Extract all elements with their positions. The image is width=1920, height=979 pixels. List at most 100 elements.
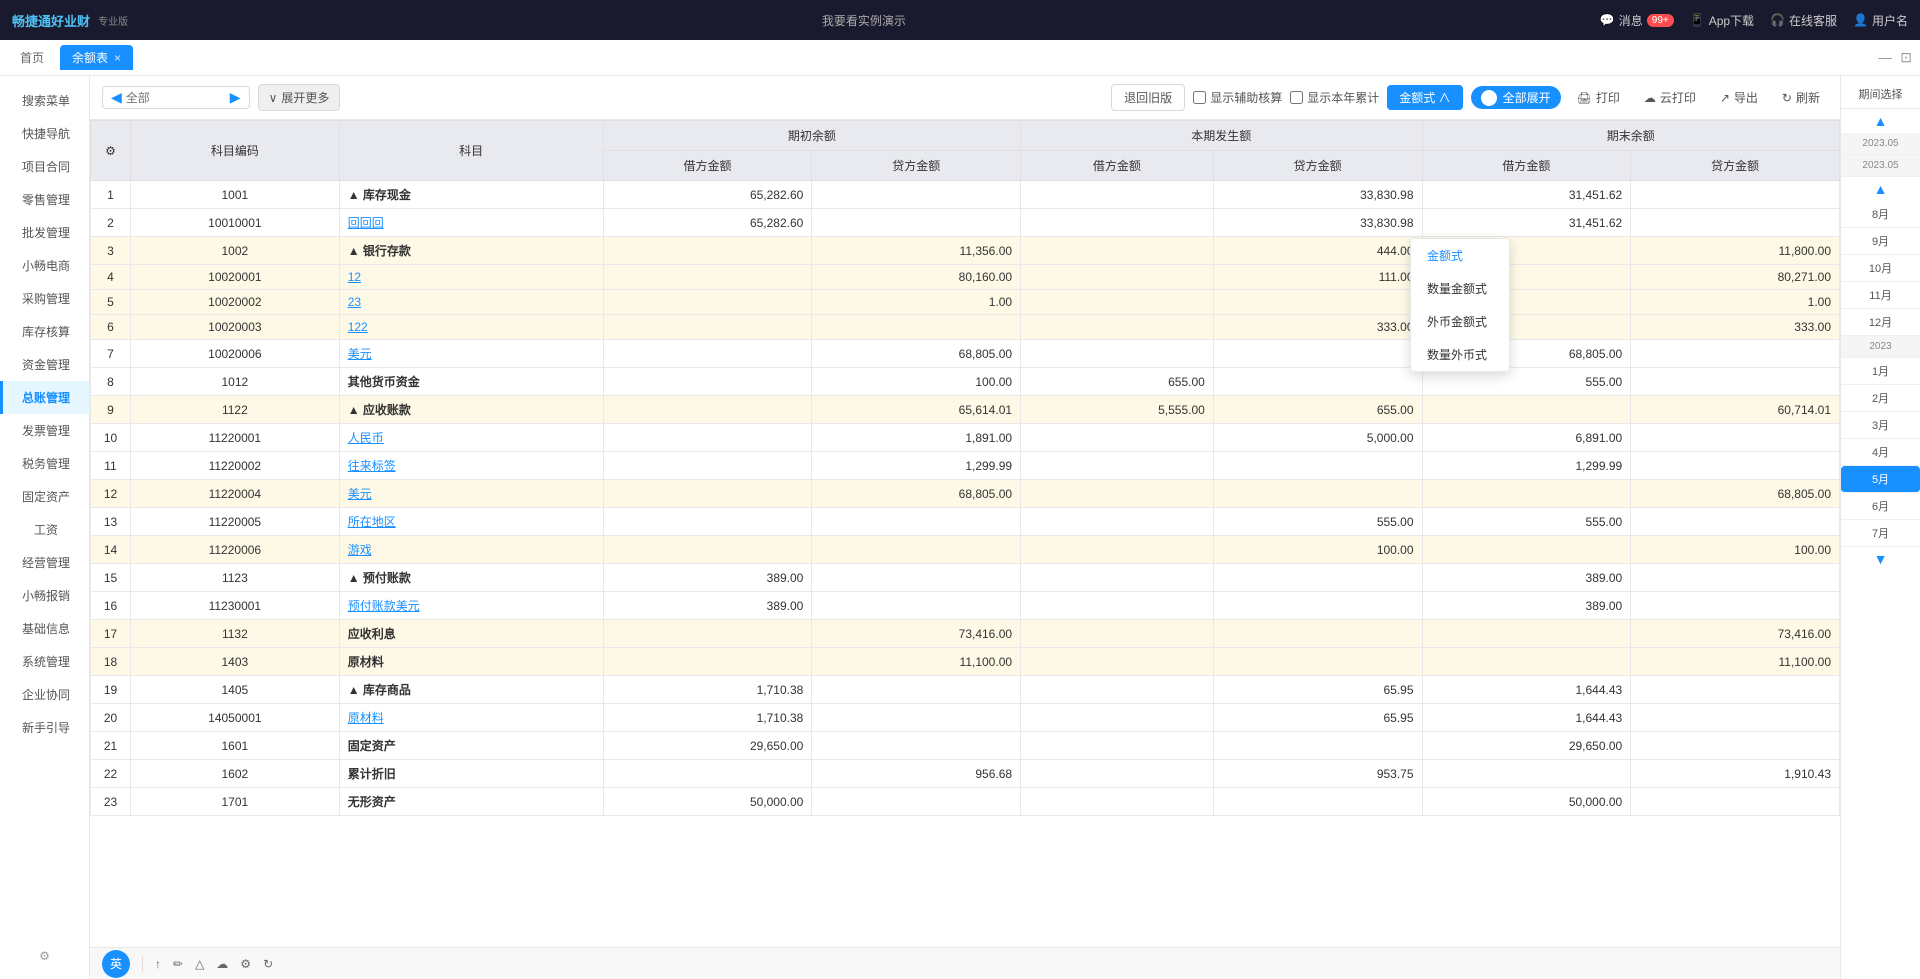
bottom-icon-6[interactable]: ↻ (263, 957, 273, 971)
row-name[interactable]: 固定资产 (339, 732, 603, 760)
bottom-icon-5[interactable]: ⚙ (240, 957, 251, 971)
sidebar-item-库存核算[interactable]: 库存核算 (0, 315, 89, 348)
sidebar-item-新手引导[interactable]: 新手引导 (0, 711, 89, 744)
month-item-2月[interactable]: 2月 (1841, 385, 1920, 412)
row-name[interactable]: 美元 (339, 480, 603, 508)
dropdown-item-1[interactable]: 数量金额式 (1411, 272, 1509, 305)
row-name[interactable]: 无形资产 (339, 788, 603, 816)
row-opening_debit (603, 290, 812, 315)
tab-close-btn[interactable]: × (114, 51, 121, 65)
row-name[interactable]: 原材料 (339, 648, 603, 676)
row-name[interactable]: 23 (339, 290, 603, 315)
tab-home[interactable]: 首页 (8, 45, 56, 70)
sidebar-item-经营管理[interactable]: 经营管理 (0, 546, 89, 579)
row-name[interactable]: ▲ 库存商品 (339, 676, 603, 704)
sidebar-item-总账管理[interactable]: 总账管理 (0, 381, 89, 414)
search-box[interactable]: ◀ ▶ (102, 86, 250, 109)
sidebar-item-小畅电商[interactable]: 小畅电商 (0, 249, 89, 282)
sidebar-item-小畅报销[interactable]: 小畅报销 (0, 579, 89, 612)
sidebar-item-企业协同[interactable]: 企业协同 (0, 678, 89, 711)
month-item-11月[interactable]: 11月 (1841, 282, 1920, 309)
sidebar-item-发票管理[interactable]: 发票管理 (0, 414, 89, 447)
row-name[interactable]: 12 (339, 265, 603, 290)
row-name[interactable]: 预付账款美元 (339, 592, 603, 620)
month-item-8月[interactable]: 8月 (1841, 201, 1920, 228)
row-name[interactable]: 回回回 (339, 209, 603, 237)
month-item-7月[interactable]: 7月 (1841, 520, 1920, 547)
tab-minimize-btn[interactable]: — (1878, 49, 1892, 66)
month-item-5月[interactable]: 5月 (1841, 466, 1920, 493)
month-scroll-up[interactable]: ▲ (1841, 109, 1920, 133)
search-right-icon[interactable]: ▶ (230, 89, 241, 106)
row-name[interactable]: ▲ 应收账款 (339, 396, 603, 424)
message-btn[interactable]: 💬 消息 99+ (1600, 12, 1674, 29)
month-item-4月[interactable]: 4月 (1841, 439, 1920, 466)
row-name[interactable]: 122 (339, 315, 603, 340)
row-name[interactable]: 累计折旧 (339, 760, 603, 788)
user-avatar[interactable]: 👤 用户名 (1853, 12, 1908, 29)
row-name[interactable]: 原材料 (339, 704, 603, 732)
row-name[interactable]: 其他货币资金 (339, 368, 603, 396)
month-item-1月[interactable]: 1月 (1841, 358, 1920, 385)
search-input[interactable] (126, 91, 226, 105)
auxiliary-checkbox[interactable] (1193, 91, 1206, 104)
lang-btn[interactable]: 英 (102, 950, 130, 978)
bottom-icon-4[interactable]: ☁ (216, 957, 228, 971)
service-btn[interactable]: 🎧 在线客服 (1770, 12, 1837, 29)
month-scroll-up2[interactable]: ▲ (1841, 177, 1920, 201)
sidebar-item-工资[interactable]: 工资 (0, 513, 89, 546)
row-name[interactable]: 应收利息 (339, 620, 603, 648)
sidebar-item-系统管理[interactable]: 系统管理 (0, 645, 89, 678)
row-name[interactable]: 美元 (339, 340, 603, 368)
refresh-btn[interactable]: ↻ 刷新 (1774, 85, 1828, 110)
row-name[interactable]: 所在地区 (339, 508, 603, 536)
month-item-12月[interactable]: 12月 (1841, 309, 1920, 336)
sidebar-item-零售管理[interactable]: 零售管理 (0, 183, 89, 216)
row-name[interactable]: 人民币 (339, 424, 603, 452)
row-period_credit (1213, 452, 1422, 480)
dropdown-item-0[interactable]: 金额式 (1411, 239, 1509, 272)
export-btn[interactable]: ↗ 导出 (1712, 85, 1766, 110)
demo-link[interactable]: 我要看实例演示 (822, 12, 906, 29)
sidebar-item-固定资产[interactable]: 固定资产 (0, 480, 89, 513)
expand-more-btn[interactable]: ∨ 展开更多 (258, 84, 341, 111)
row-name[interactable]: ▲ 库存现金 (339, 181, 603, 209)
sidebar-item-税务管理[interactable]: 税务管理 (0, 447, 89, 480)
row-name[interactable]: ▲ 银行存款 (339, 237, 603, 265)
month-scroll-down[interactable]: ▼ (1841, 547, 1920, 571)
row-opening_credit: 1.00 (812, 290, 1021, 315)
back-btn[interactable]: 退回旧版 (1111, 84, 1185, 111)
dropdown-item-2[interactable]: 外币金额式 (1411, 305, 1509, 338)
print-btn[interactable]: 🖨 打印 (1569, 85, 1628, 110)
bottom-icon-3[interactable]: △ (195, 957, 204, 971)
month-item-9月[interactable]: 9月 (1841, 228, 1920, 255)
show-auxiliary-check[interactable]: 显示辅助核算 (1193, 89, 1282, 106)
view-mode-btn[interactable]: 金额式 ∧ (1387, 85, 1462, 110)
bottom-icon-2[interactable]: ✏ (173, 957, 183, 971)
sidebar-item-采购管理[interactable]: 采购管理 (0, 282, 89, 315)
show-year-total-check[interactable]: 显示本年累计 (1290, 89, 1379, 106)
row-name[interactable]: ▲ 预付账款 (339, 564, 603, 592)
tab-expand-btn[interactable]: ⊡ (1900, 49, 1912, 66)
sidebar-item-项目合同[interactable]: 项目合同 (0, 150, 89, 183)
row-name[interactable]: 游戏 (339, 536, 603, 564)
year-total-checkbox[interactable] (1290, 91, 1303, 104)
bottom-icon-1[interactable]: ↑ (155, 957, 161, 971)
month-item-10月[interactable]: 10月 (1841, 255, 1920, 282)
sidebar-item-快捷导航[interactable]: 快捷导航 (0, 117, 89, 150)
tab-yue-biao[interactable]: 余额表 × (60, 45, 133, 70)
month-item-3月[interactable]: 3月 (1841, 412, 1920, 439)
dropdown-item-3[interactable]: 数量外币式 (1411, 338, 1509, 371)
sidebar-item-搜索菜单[interactable]: 搜索菜单 (0, 84, 89, 117)
th-settings[interactable]: ⚙ (91, 121, 131, 181)
sidebar-item-批发管理[interactable]: 批发管理 (0, 216, 89, 249)
expand-all-toggle[interactable]: 全部展开 (1471, 86, 1561, 109)
row-name[interactable]: 往来标签 (339, 452, 603, 480)
download-btn[interactable]: 📱 App下载 (1690, 12, 1754, 29)
cloud-print-btn[interactable]: ☁ 云打印 (1636, 85, 1704, 110)
sidebar-item-基础信息[interactable]: 基础信息 (0, 612, 89, 645)
sidebar-gear-btn[interactable]: ⚙ (31, 941, 58, 971)
sidebar-item-资金管理[interactable]: 资金管理 (0, 348, 89, 381)
month-item-6月[interactable]: 6月 (1841, 493, 1920, 520)
row-period_debit (1021, 788, 1214, 816)
